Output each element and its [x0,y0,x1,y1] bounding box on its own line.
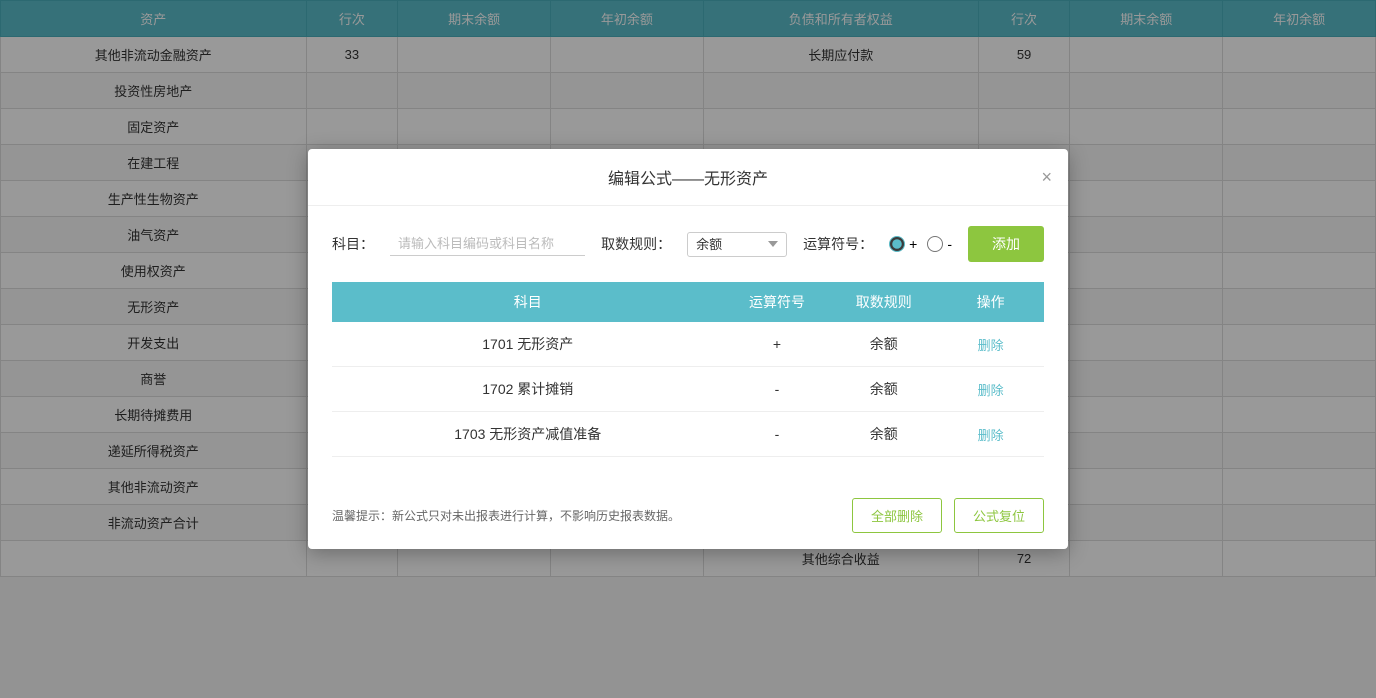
delete-all-button[interactable]: 全部删除 [852,498,942,533]
formula-table: 科目运算符号取数规则操作 1701 无形资产+余额删除1702 累计摊销-余额删… [332,282,1044,457]
subject-cell: 1701 无形资产 [332,322,724,367]
operator-radio[interactable] [889,236,905,252]
table-row: 1703 无形资产减值准备-余额 删除 [332,412,1044,457]
subject-cell: 1702 累计摊销 [332,367,724,412]
modal-body: 科目： 取数规则： 余额借方贷方借方发生额贷方发生额 运算符号： +- 添加 科… [308,206,1068,482]
add-button[interactable]: 添加 [968,226,1044,262]
modal-footer: 温馨提示：新公式只对未出报表进行计算，不影响历史报表数据。 全部删除 公式复位 [308,482,1068,549]
operator-radio-group: +- [889,236,952,252]
modal-title: 编辑公式——无形资产 [608,171,768,188]
rule-select-wrapper: 余额借方贷方借方发生额贷方发生额 [687,232,787,257]
operator-label: + [909,236,917,252]
modal-header: 编辑公式——无形资产 × [308,149,1068,206]
rule-label: 取数规则： [601,234,671,254]
delete-row-button[interactable]: 删除 [978,425,1004,444]
operator-label: 运算符号： [803,234,873,254]
rule-cell: 余额 [830,322,937,367]
operator-radio-item[interactable]: - [927,236,952,252]
operator-cell: - [724,367,831,412]
rule-cell: 余额 [830,412,937,457]
inner-table-header: 运算符号 [724,282,831,322]
rule-select[interactable]: 余额借方贷方借方发生额贷方发生额 [687,232,787,257]
subject-label: 科目： [332,234,374,254]
inner-table-header: 取数规则 [830,282,937,322]
delete-row-button[interactable]: 删除 [978,335,1004,354]
operator-radio[interactable] [927,236,943,252]
action-cell: 删除 [937,412,1044,457]
modal-close-button[interactable]: × [1041,168,1052,186]
footer-tip: 温馨提示：新公式只对未出报表进行计算，不影响历史报表数据。 [332,507,680,524]
footer-buttons: 全部删除 公式复位 [852,498,1044,533]
table-row: 1702 累计摊销-余额 删除 [332,367,1044,412]
reset-formula-button[interactable]: 公式复位 [954,498,1044,533]
action-cell: 删除 [937,322,1044,367]
table-row: 1701 无形资产+余额 删除 [332,322,1044,367]
form-row: 科目： 取数规则： 余额借方贷方借方发生额贷方发生额 运算符号： +- 添加 [332,226,1044,262]
operator-cell: - [724,412,831,457]
modal-overlay: 编辑公式——无形资产 × 科目： 取数规则： 余额借方贷方借方发生额贷方发生额 … [0,0,1376,698]
rule-cell: 余额 [830,367,937,412]
delete-row-button[interactable]: 删除 [978,380,1004,399]
operator-cell: + [724,322,831,367]
action-cell: 删除 [937,367,1044,412]
operator-radio-item[interactable]: + [889,236,917,252]
modal-dialog: 编辑公式——无形资产 × 科目： 取数规则： 余额借方贷方借方发生额贷方发生额 … [308,149,1068,549]
operator-label: - [947,236,952,252]
subject-input[interactable] [390,232,585,256]
inner-table-header: 操作 [937,282,1044,322]
subject-cell: 1703 无形资产减值准备 [332,412,724,457]
page-wrapper: 资产行次期末余额年初余额负债和所有者权益行次期末余额年初余额 其他非流动金融资产… [0,0,1376,698]
inner-table-header: 科目 [332,282,724,322]
